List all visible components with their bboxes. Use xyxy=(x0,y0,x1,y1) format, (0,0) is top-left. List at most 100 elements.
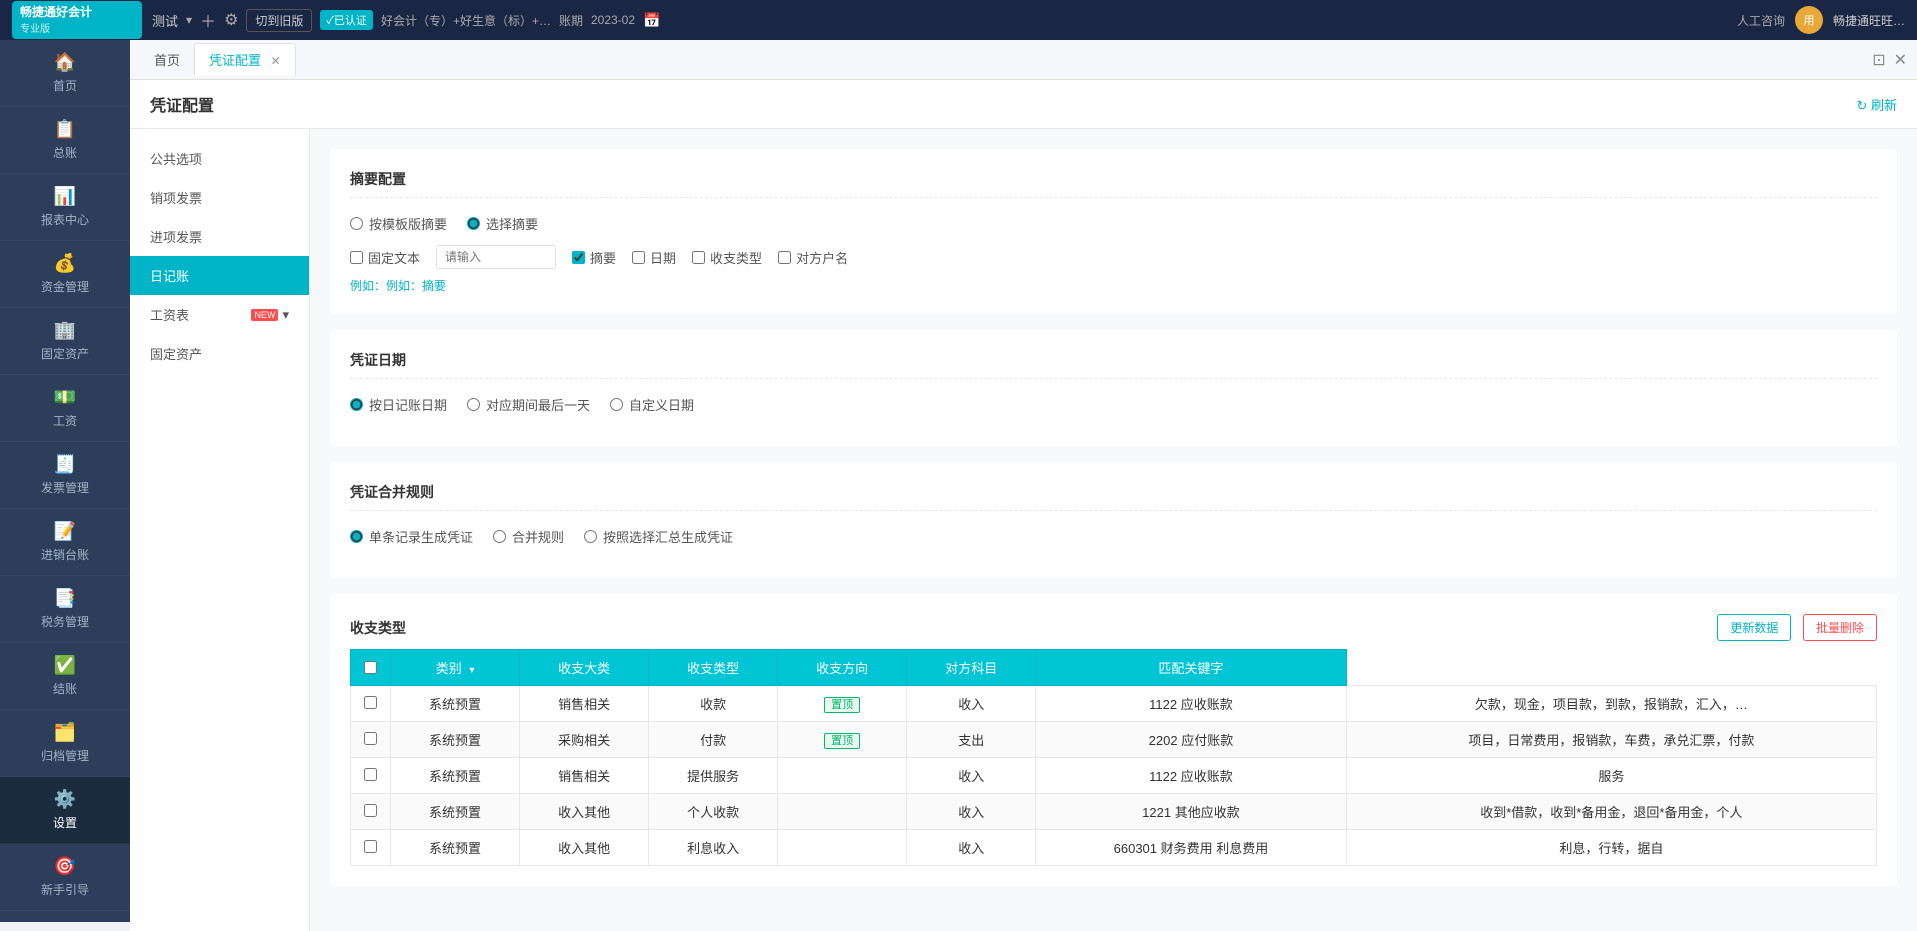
row-checkbox[interactable] xyxy=(364,696,377,709)
tag-cell xyxy=(778,794,907,830)
left-menu-item-public[interactable]: 公共选项 xyxy=(130,139,309,178)
sort-arrow[interactable]: ▾ xyxy=(469,665,474,676)
page-header: 凭证配置 ↻ 刷新 xyxy=(130,80,1917,129)
table-row: 系统预置 销售相关 收款 置顶 收入 1122 应收账款 欠款，现金，项目款，到… xyxy=(351,686,1877,722)
merge-rules-radio-group: 单条记录生成凭证 合并规则 按照选择汇总生成凭证 xyxy=(350,527,1877,546)
income-type-cell: 利息收入 xyxy=(649,830,778,866)
page-title: 凭证配置 xyxy=(150,92,214,116)
sidebar-item-settings[interactable]: ⚙️ 设置 xyxy=(0,777,130,844)
fixed-text-input[interactable] xyxy=(436,245,556,269)
left-menu-item-fixed-assets[interactable]: 固定资产 xyxy=(130,334,309,373)
sidebar-item-salary[interactable]: 💵 工资 xyxy=(0,375,130,442)
summary-radio-select[interactable]: 选择摘要 xyxy=(467,214,538,233)
summary-radio-template[interactable]: 按模板版摘要 xyxy=(350,214,447,233)
account-cell: 2202 应付账款 xyxy=(1036,722,1346,758)
category-cell: 系统预置 xyxy=(391,794,520,830)
row-checkbox[interactable] xyxy=(364,768,377,781)
keywords-cell: 服务 xyxy=(1346,758,1876,794)
sidebar-item-tax[interactable]: 📑 税务管理 xyxy=(0,576,130,643)
table-row: 系统预置 收入其他 利息收入 收入 660301 财务费用 利息费用 利息，行转… xyxy=(351,830,1877,866)
sidebar-item-closing[interactable]: ✅ 结账 xyxy=(0,643,130,710)
tab-restore-icon[interactable]: ⊡ xyxy=(1872,50,1885,70)
logo-title: 畅捷通好会计 xyxy=(20,5,92,19)
fixed-text-checkbox[interactable]: 固定文本 xyxy=(350,248,420,267)
summary-checkbox[interactable]: 摘要 xyxy=(572,248,616,267)
sidebar-item-label: 归档管理 xyxy=(41,747,89,764)
income-type-checkbox[interactable]: 收支类型 xyxy=(692,248,762,267)
refresh-button[interactable]: ↻ 刷新 xyxy=(1856,95,1897,114)
assets-icon: 🏢 xyxy=(54,320,76,341)
tab-close-icon[interactable]: ✕ xyxy=(271,54,281,68)
direction-cell: 收入 xyxy=(907,758,1036,794)
test-label: 测试 xyxy=(152,11,178,30)
reports-icon: 📊 xyxy=(54,186,76,207)
sidebar-item-label: 结账 xyxy=(53,680,77,697)
voucher-date-title: 凭证日期 xyxy=(350,350,1877,379)
closing-icon: ✅ xyxy=(54,655,76,676)
keywords-cell: 收到*借款，收到*备用金，退回*备用金，个人 xyxy=(1346,794,1876,830)
summary-checkbox-group: 固定文本 摘要 日期 收支类型 xyxy=(350,245,1877,269)
voucher-date-radio-group: 按日记账日期 对应期间最后一天 自定义日期 xyxy=(350,395,1877,414)
left-menu-item-sales-invoice[interactable]: 销项发票 xyxy=(130,178,309,217)
user-service-link[interactable]: 人工咨询 xyxy=(1737,12,1785,29)
guide-icon: 🎯 xyxy=(54,856,76,877)
row-checkbox[interactable] xyxy=(364,804,377,817)
row-checkbox[interactable] xyxy=(364,840,377,853)
sidebar-item-label: 税务管理 xyxy=(41,613,89,630)
tab-voucher-config[interactable]: 凭证配置 ✕ xyxy=(194,43,296,76)
table-row: 系统预置 采购相关 付款 置顶 支出 2202 应付账款 项目，日常费用，报销款… xyxy=(351,722,1877,758)
left-menu-item-journal[interactable]: 日记账 xyxy=(130,256,309,295)
date-radio-period-last[interactable]: 对应期间最后一天 xyxy=(467,395,590,414)
calendar-icon[interactable]: 📅 xyxy=(643,12,660,29)
sidebar-item-member[interactable]: 👑 畅会员 xyxy=(0,911,130,922)
period-value: 2023-02 xyxy=(591,13,635,27)
settings-icon[interactable]: ⚙ xyxy=(224,10,238,30)
add-icon[interactable]: ＋ xyxy=(200,8,216,32)
update-data-button[interactable]: 更新数据 xyxy=(1717,614,1791,641)
date-checkbox[interactable]: 日期 xyxy=(632,248,676,267)
date-radio-custom[interactable]: 自定义日期 xyxy=(610,395,694,414)
sidebar-item-assets[interactable]: 🏢 固定资产 xyxy=(0,308,130,375)
switch-version-button[interactable]: 切到旧版 xyxy=(246,9,312,32)
merge-radio-summary[interactable]: 按照选择汇总生成凭证 xyxy=(584,527,733,546)
sidebar-item-label: 工资 xyxy=(53,412,77,429)
purchase-icon: 📝 xyxy=(54,521,76,542)
sidebar-item-archive[interactable]: 🗂️ 归档管理 xyxy=(0,710,130,777)
counter-party-checkbox[interactable]: 对方户名 xyxy=(778,248,848,267)
date-radio-diary[interactable]: 按日记账日期 xyxy=(350,395,447,414)
main-content: 凭证配置 ↻ 刷新 公共选项 销项发票 进项发票 日记账 工资表 NEW xyxy=(130,80,1917,931)
row-checkbox[interactable] xyxy=(364,732,377,745)
test-dropdown-arrow[interactable]: ▾ xyxy=(186,13,192,27)
auth-status-badge: ✓已认证 xyxy=(320,10,373,30)
sidebar-item-invoice[interactable]: 🧾 发票管理 xyxy=(0,442,130,509)
home-icon: 🏠 xyxy=(54,52,76,73)
summary-radio-group: 按模板版摘要 选择摘要 xyxy=(350,214,1877,233)
sidebar-item-purchase[interactable]: 📝 进销台账 xyxy=(0,509,130,576)
sidebar-item-home[interactable]: 🏠 首页 xyxy=(0,40,130,107)
select-all-checkbox[interactable] xyxy=(364,661,377,674)
merge-radio-merge[interactable]: 合并规则 xyxy=(493,527,564,546)
sidebar-item-ledger[interactable]: 📋 总账 xyxy=(0,107,130,174)
batch-delete-button[interactable]: 批量删除 xyxy=(1803,614,1877,641)
income-type-cell: 提供服务 xyxy=(649,758,778,794)
sidebar-item-funds[interactable]: 💰 资金管理 xyxy=(0,241,130,308)
top-tag[interactable]: 置顶 xyxy=(824,733,860,749)
direction-cell: 支出 xyxy=(907,722,1036,758)
table-row: 系统预置 收入其他 个人收款 收入 1221 其他应收款 收到*借款，收到*备用… xyxy=(351,794,1877,830)
top-bar: 畅捷通好会计 专业版 测试 ▾ ＋ ⚙ 切到旧版 ✓已认证 好会计（专）+好生意… xyxy=(0,0,1917,40)
sidebar-item-label: 发票管理 xyxy=(41,479,89,496)
merge-radio-single[interactable]: 单条记录生成凭证 xyxy=(350,527,473,546)
sidebar-item-guide[interactable]: 🎯 新手引导 xyxy=(0,844,130,911)
left-menu-item-payroll[interactable]: 工资表 NEW ▾ xyxy=(130,295,309,334)
direction-cell: 收入 xyxy=(907,686,1036,722)
income-expense-section: 收支类型 更新数据 批量删除 xyxy=(330,594,1897,886)
sidebar-item-label: 进销台账 xyxy=(41,546,89,563)
left-menu-item-purchase-invoice[interactable]: 进项发票 xyxy=(130,217,309,256)
top-tag[interactable]: 置顶 xyxy=(824,697,860,713)
salary-icon: 💵 xyxy=(54,387,76,408)
direction-cell: 收入 xyxy=(907,794,1036,830)
sidebar-item-reports[interactable]: 📊 报表中心 xyxy=(0,174,130,241)
voucher-date-section: 凭证日期 按日记账日期 对应期间最后一天 自定义日期 xyxy=(330,330,1897,446)
tab-home[interactable]: 首页 xyxy=(140,44,194,75)
tab-close-window-icon[interactable]: ✕ xyxy=(1894,50,1907,70)
